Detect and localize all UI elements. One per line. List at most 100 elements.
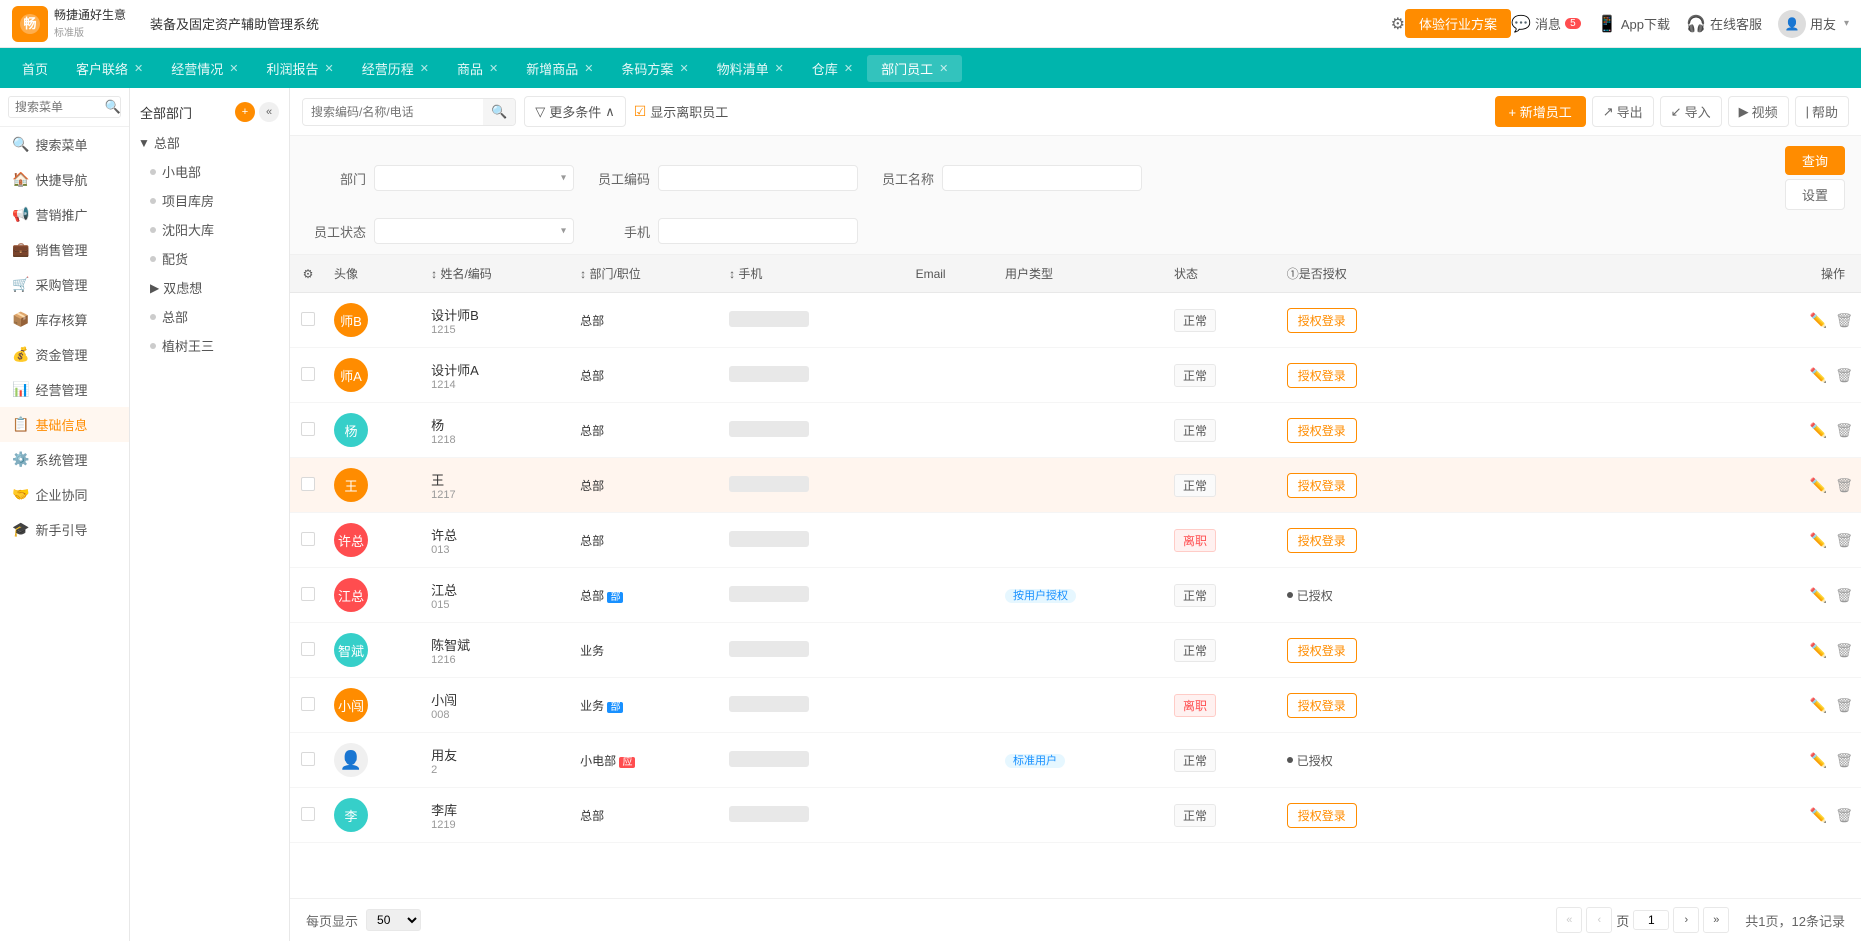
edit-icon[interactable]: ✏️ [1810, 532, 1827, 549]
row-settings[interactable] [290, 513, 326, 568]
row-checkbox[interactable] [301, 752, 315, 766]
edit-icon[interactable]: ✏️ [1810, 642, 1827, 659]
row-checkbox[interactable] [301, 532, 315, 546]
delete-icon[interactable]: 🗑 [1835, 477, 1853, 494]
edit-icon[interactable]: ✏️ [1810, 477, 1827, 494]
sidebar-item-销售管理[interactable]: 💼销售管理 [0, 232, 129, 267]
auth-btn[interactable]: 授权登录 [1287, 638, 1357, 663]
auth-btn[interactable]: 授权登录 [1287, 363, 1357, 388]
delete-icon[interactable]: 🗑 [1835, 807, 1853, 824]
help-btn[interactable]: | 帮助 [1795, 96, 1849, 127]
page-input[interactable] [1633, 910, 1669, 930]
row-checkbox[interactable] [301, 642, 315, 656]
first-page-btn[interactable]: « [1556, 907, 1582, 933]
edit-icon[interactable]: ✏️ [1810, 697, 1827, 714]
delete-icon[interactable]: 🗑 [1835, 532, 1853, 549]
dept-item-总部[interactable]: 总部 [130, 302, 289, 331]
online-support-btn[interactable]: 🎧 在线客服 [1686, 14, 1762, 34]
row-checkbox[interactable] [301, 697, 315, 711]
nav-tab-利润报告[interactable]: 利润报告✕ [252, 55, 347, 82]
dept-filter-select[interactable] [374, 165, 574, 191]
row-checkbox[interactable] [301, 587, 315, 601]
dept-item-双虑想[interactable]: ▶ 双虑想 [130, 273, 289, 302]
edit-icon[interactable]: ✏️ [1810, 752, 1827, 769]
view-btn[interactable]: ▶ 视频 [1728, 96, 1789, 127]
sidebar-item-新手引导[interactable]: 🎓新手引导 [0, 512, 129, 547]
dept-add-icon[interactable]: + [235, 102, 255, 122]
sidebar-item-系统管理[interactable]: ⚙️系统管理 [0, 442, 129, 477]
delete-icon[interactable]: 🗑 [1835, 697, 1853, 714]
row-settings[interactable] [290, 403, 326, 458]
sidebar-item-快捷导航[interactable]: 🏠快捷导航 [0, 162, 129, 197]
row-settings[interactable] [290, 458, 326, 513]
emp-code-input[interactable] [658, 165, 858, 191]
edit-icon[interactable]: ✏️ [1810, 367, 1827, 384]
show-resigned-checkbox[interactable]: ☑ 显示离职员工 [634, 102, 729, 121]
nav-tab-物料清单[interactable]: 物料清单✕ [703, 55, 798, 82]
edit-icon[interactable]: ✏️ [1810, 587, 1827, 604]
row-settings[interactable] [290, 623, 326, 678]
export-btn[interactable]: ↗ 导出 [1592, 96, 1654, 127]
row-settings[interactable] [290, 568, 326, 623]
dept-item-植树王三[interactable]: 植树王三 [130, 331, 289, 360]
next-page-btn[interactable]: › [1673, 907, 1699, 933]
phone-input[interactable] [658, 218, 858, 244]
delete-icon[interactable]: 🗑 [1835, 312, 1853, 329]
user-area[interactable]: 👤 用友 ▾ [1778, 10, 1849, 38]
nav-tab-商品[interactable]: 商品✕ [443, 55, 512, 82]
row-checkbox[interactable] [301, 807, 315, 821]
sidebar-item-库存核算[interactable]: 📦库存核算 [0, 302, 129, 337]
delete-icon[interactable]: 🗑 [1835, 367, 1853, 384]
nav-tab-条码方案[interactable]: 条码方案✕ [607, 55, 702, 82]
auth-btn[interactable]: 授权登录 [1287, 693, 1357, 718]
edit-icon[interactable]: ✏️ [1810, 807, 1827, 824]
sidebar-item-采购管理[interactable]: 🛒采购管理 [0, 267, 129, 302]
row-settings[interactable] [290, 788, 326, 843]
delete-icon[interactable]: 🗑 [1835, 587, 1853, 604]
row-settings[interactable] [290, 733, 326, 788]
more-conditions-btn[interactable]: ▽ 更多条件 ∧ [524, 96, 626, 127]
name-col-header[interactable]: ↕ 姓名/编码 [423, 255, 572, 293]
auth-btn[interactable]: 授权登录 [1287, 803, 1357, 828]
sidebar-item-企业协同[interactable]: 🤝企业协同 [0, 477, 129, 512]
nav-tab-首页[interactable]: 首页 [8, 55, 62, 82]
row-checkbox[interactable] [301, 367, 315, 381]
row-checkbox[interactable] [301, 477, 315, 491]
import-btn[interactable]: ↙ 导入 [1660, 96, 1722, 127]
nav-tab-客户联络[interactable]: 客户联络✕ [62, 55, 157, 82]
nav-tab-经营历程[interactable]: 经营历程✕ [348, 55, 443, 82]
page-size-select[interactable]: 50 20 100 [366, 909, 421, 931]
sidebar-item-营销推广[interactable]: 📢营销推广 [0, 197, 129, 232]
delete-icon[interactable]: 🗑 [1835, 642, 1853, 659]
gear-icon[interactable]: ⚙ [1391, 14, 1405, 34]
last-page-btn[interactable]: » [1703, 907, 1729, 933]
row-settings[interactable] [290, 348, 326, 403]
emp-status-select[interactable] [374, 218, 574, 244]
sidebar-item-搜索菜单[interactable]: 🔍搜索菜单 [0, 127, 129, 162]
search-button[interactable]: 🔍 [483, 99, 515, 125]
sidebar-item-基础信息[interactable]: 📋基础信息 [0, 407, 129, 442]
auth-btn[interactable]: 授权登录 [1287, 308, 1357, 333]
dept-collapse-icon[interactable]: « [259, 102, 279, 122]
delete-icon[interactable]: 🗑 [1835, 422, 1853, 439]
auth-btn[interactable]: 授权登录 [1287, 528, 1357, 553]
phone-col-header[interactable]: ↕ 手机 [721, 255, 908, 293]
edit-icon[interactable]: ✏️ [1810, 422, 1827, 439]
query-btn[interactable]: 查询 [1785, 146, 1845, 175]
reset-btn[interactable]: 设置 [1785, 179, 1845, 210]
nav-tab-部门员工[interactable]: 部门员工✕ [867, 55, 962, 82]
search-input[interactable] [303, 100, 483, 124]
row-settings[interactable] [290, 678, 326, 733]
app-download-btn[interactable]: 📱 App下载 [1597, 14, 1670, 34]
row-settings[interactable] [290, 293, 326, 348]
nav-tab-仓库[interactable]: 仓库✕ [798, 55, 867, 82]
emp-name-input[interactable] [942, 165, 1142, 191]
dept-item-总部[interactable]: ▼ 总部 [130, 128, 289, 157]
settings-col-header[interactable]: ⚙ [290, 255, 326, 293]
dept-item-项目库房[interactable]: 项目库房 [130, 186, 289, 215]
add-employee-btn[interactable]: + 新增员工 [1495, 96, 1586, 127]
sidebar-item-资金管理[interactable]: 💰资金管理 [0, 337, 129, 372]
message-btn[interactable]: 💬 消息 5 [1511, 14, 1581, 34]
edit-icon[interactable]: ✏️ [1810, 312, 1827, 329]
delete-icon[interactable]: 🗑 [1835, 752, 1853, 769]
